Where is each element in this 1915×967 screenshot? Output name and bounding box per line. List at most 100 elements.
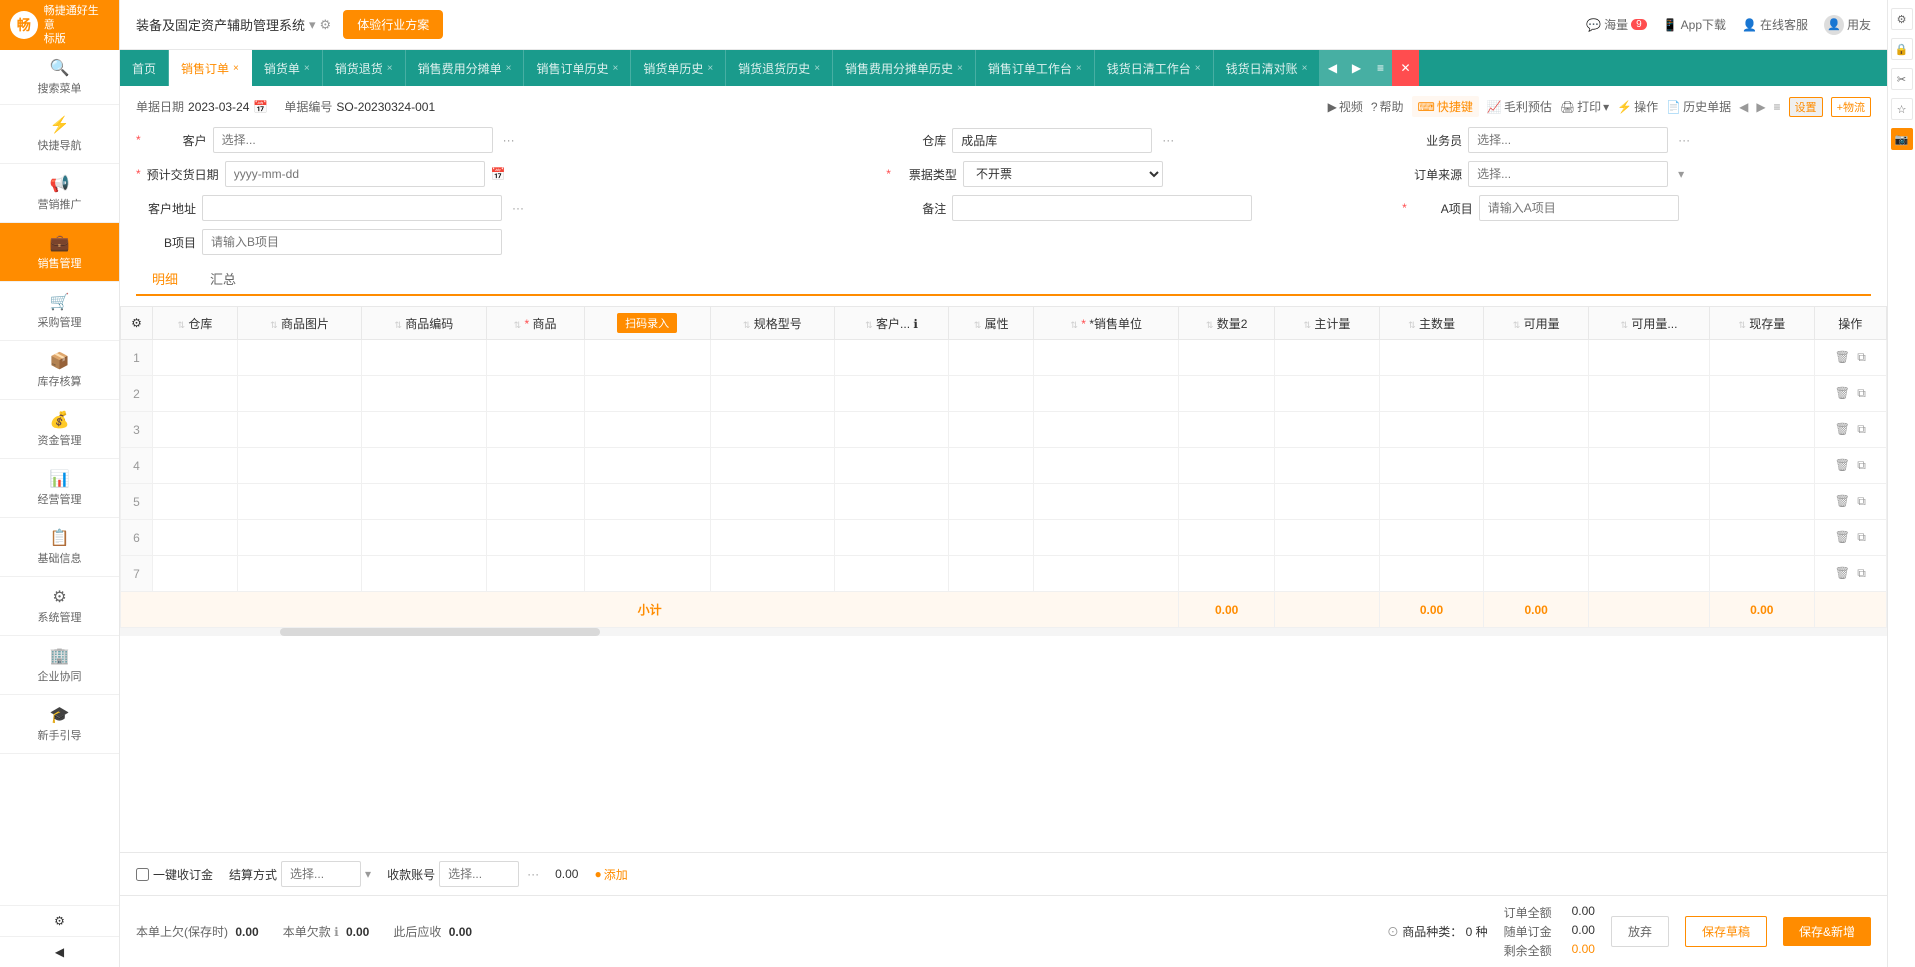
row-7-spec[interactable] — [710, 556, 834, 592]
row-3-main-qty[interactable] — [1379, 412, 1484, 448]
row-2-spec[interactable] — [710, 376, 834, 412]
sidebar-item-purchase[interactable]: 🛒 采购管理 — [0, 282, 119, 341]
row-4-available2[interactable] — [1588, 448, 1709, 484]
row-1-product-name[interactable] — [486, 340, 584, 376]
sidebar-item-operation[interactable]: 📊 经营管理 — [0, 459, 119, 518]
tab-expense-history[interactable]: 销售费用分摊单历史 × — [833, 50, 976, 86]
row-2-warehouse[interactable] — [153, 376, 238, 412]
row-5-main-unit[interactable] — [1275, 484, 1380, 520]
account-more-icon[interactable]: ··· — [527, 867, 539, 881]
row-2-sales-unit[interactable] — [1034, 376, 1179, 412]
row-2-available2[interactable] — [1588, 376, 1709, 412]
tab-refund-history[interactable]: 销货退货历史 × — [726, 50, 833, 86]
row-5-product-name[interactable] — [486, 484, 584, 520]
row-1-copy-icon[interactable]: ⧉ — [1857, 350, 1866, 364]
table-settings-icon[interactable]: ⚙ — [131, 316, 142, 330]
right-panel-settings-btn[interactable]: ⚙ — [1891, 8, 1913, 30]
sort-icon-warehouse[interactable]: ⇅ — [178, 320, 186, 330]
messages-btn[interactable]: 💬 海量 9 — [1586, 16, 1647, 33]
row-2-product-image[interactable] — [237, 376, 361, 412]
user-btn[interactable]: 👤 用友 — [1824, 15, 1871, 35]
row-3-qty2[interactable] — [1179, 412, 1275, 448]
row-1-spec[interactable] — [710, 340, 834, 376]
row-1-current-stock[interactable] — [1709, 340, 1814, 376]
settings-gear-icon[interactable]: ⚙ — [320, 17, 332, 33]
address-more-icon[interactable]: ··· — [512, 201, 524, 215]
tab-sales-order[interactable]: 销售订单 × — [169, 50, 252, 86]
row-6-delete-icon[interactable]: 🗑 — [1835, 530, 1850, 544]
row-5-available2[interactable] — [1588, 484, 1709, 520]
right-panel-clip-btn[interactable]: ✂ — [1891, 68, 1913, 90]
row-1-available[interactable] — [1484, 340, 1589, 376]
invoice-type-select[interactable]: 不开票 — [963, 161, 1163, 187]
preview-btn[interactable]: ▶ 视频 — [1328, 98, 1363, 115]
row-7-main-qty[interactable] — [1379, 556, 1484, 592]
row-4-current-stock[interactable] — [1709, 448, 1814, 484]
row-3-product-name[interactable] — [486, 412, 584, 448]
tab-huizong[interactable]: 汇总 — [194, 263, 252, 294]
tab-expense-split[interactable]: 销售费用分摊单 × — [406, 50, 525, 86]
row-4-customer-info[interactable] — [834, 448, 948, 484]
save-new-button[interactable]: 保存&新增 — [1783, 917, 1871, 946]
tab-close-expense-split[interactable]: × — [506, 63, 512, 74]
row-7-copy-icon[interactable]: ⧉ — [1857, 566, 1866, 580]
row-3-delete-icon[interactable]: 🗑 — [1835, 422, 1850, 436]
row-6-available2[interactable] — [1588, 520, 1709, 556]
sidebar-item-enterprise[interactable]: 🏢 企业协同 — [0, 636, 119, 695]
nav-prev-icon[interactable]: ◀ — [1739, 100, 1748, 114]
row-7-current-stock[interactable] — [1709, 556, 1814, 592]
sort-icon-customer-info[interactable]: ⇅ — [865, 320, 873, 330]
order-source-input[interactable] — [1468, 161, 1668, 187]
sort-icon-sales-unit[interactable]: ⇅ — [1070, 320, 1078, 330]
address-input[interactable] — [202, 195, 502, 221]
row-7-sales-unit[interactable] — [1034, 556, 1179, 592]
row-4-copy-icon[interactable]: ⧉ — [1857, 458, 1866, 472]
row-5-warehouse[interactable] — [153, 484, 238, 520]
tab-mingxi[interactable]: 明细 — [136, 263, 194, 296]
tab-home[interactable]: 首页 — [120, 50, 169, 86]
row-4-product-image[interactable] — [237, 448, 361, 484]
sidebar-item-base-info[interactable]: 📋 基础信息 — [0, 518, 119, 577]
row-4-warehouse[interactable] — [153, 448, 238, 484]
tab-order-history[interactable]: 销售订单历史 × — [524, 50, 631, 86]
sidebar-item-marketing[interactable]: 📢 营销推广 — [0, 164, 119, 223]
shortcut-btn[interactable]: ⌨ 快捷键 — [1412, 96, 1479, 117]
row-2-product-code[interactable] — [362, 376, 486, 412]
row-2-available[interactable] — [1484, 376, 1589, 412]
row-3-spec[interactable] — [710, 412, 834, 448]
help-btn[interactable]: ? 帮助 — [1371, 98, 1404, 115]
horizontal-scrollbar[interactable] — [280, 628, 600, 636]
sort-icon-available[interactable]: ⇅ — [1513, 320, 1521, 330]
row-3-scan[interactable] — [584, 412, 710, 448]
row-6-product-name[interactable] — [486, 520, 584, 556]
row-2-copy-icon[interactable]: ⧉ — [1857, 386, 1866, 400]
print-btn[interactable]: 🖨 打印 ▾ — [1560, 98, 1609, 115]
notes-input[interactable] — [952, 195, 1252, 221]
sidebar-item-quick-nav[interactable]: ⚡ 快捷导航 — [0, 105, 119, 164]
row-2-main-unit[interactable] — [1275, 376, 1380, 412]
tab-close-sales-order[interactable]: × — [233, 63, 239, 74]
sidebar-collapse-btn[interactable]: ◀ — [0, 936, 119, 967]
row-6-available[interactable] — [1484, 520, 1589, 556]
row-6-customer-info[interactable] — [834, 520, 948, 556]
sort-icon-available2[interactable]: ⇅ — [1621, 320, 1629, 330]
row-6-spec[interactable] — [710, 520, 834, 556]
row-3-product-image[interactable] — [237, 412, 361, 448]
sidebar-item-sales[interactable]: 💼 销售管理 — [0, 223, 119, 282]
row-7-qty2[interactable] — [1179, 556, 1275, 592]
add-payment-btn[interactable]: ● 添加 — [594, 866, 627, 883]
tab-close-order-history[interactable]: × — [612, 63, 618, 74]
row-2-product-name[interactable] — [486, 376, 584, 412]
row-4-attribute[interactable] — [949, 448, 1034, 484]
operation-btn[interactable]: ⚡ 操作 — [1617, 98, 1658, 115]
row-3-warehouse[interactable] — [153, 412, 238, 448]
row-2-qty2[interactable] — [1179, 376, 1275, 412]
delivery-calendar-icon[interactable]: 📅 — [491, 167, 506, 181]
sort-icon-qty2[interactable]: ⇅ — [1206, 320, 1214, 330]
row-7-available2[interactable] — [1588, 556, 1709, 592]
history-btn[interactable]: 📄 历史单据 — [1666, 98, 1731, 115]
row-2-scan[interactable] — [584, 376, 710, 412]
discard-button[interactable]: 放弃 — [1611, 916, 1669, 947]
row-4-available[interactable] — [1484, 448, 1589, 484]
app-download-btn[interactable]: 📱 App下载 — [1663, 16, 1726, 33]
